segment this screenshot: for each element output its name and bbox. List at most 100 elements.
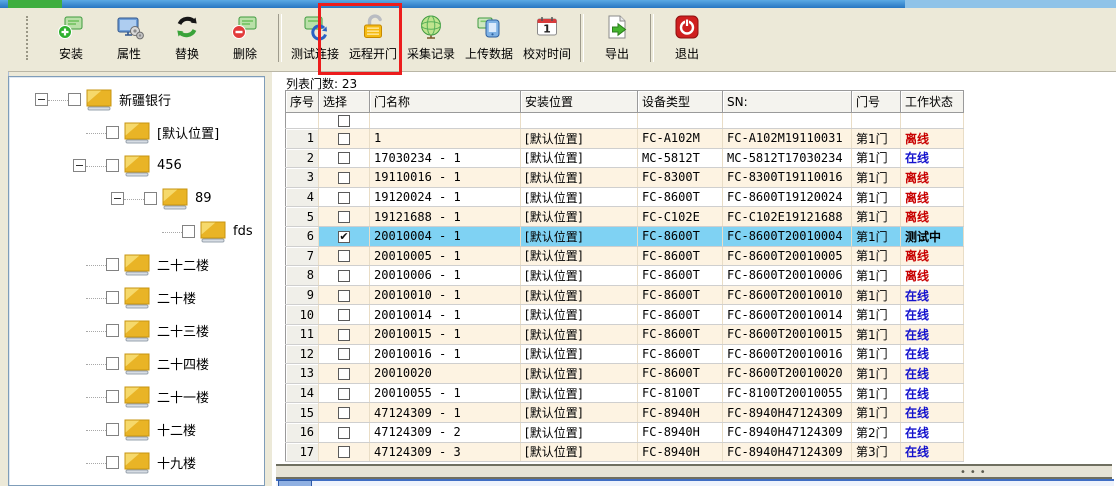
table-row[interactable]: 1220010016 - 1[默认位置]FC-8600TFC-8600T2001… bbox=[286, 344, 964, 364]
table-row[interactable]: 519121688 - 1[默认位置]FC-C102EFC-C102E19121… bbox=[286, 207, 964, 227]
table-row[interactable]: 620010004 - 1[默认位置]FC-8600TFC-8600T20010… bbox=[286, 226, 964, 246]
tree-item-label[interactable]: 二十一楼 bbox=[157, 387, 209, 406]
tree-item[interactable]: 二十一楼 bbox=[9, 380, 264, 413]
tree-item[interactable]: 十六楼 bbox=[9, 479, 264, 486]
tree-item[interactable]: 十九楼 bbox=[9, 446, 264, 479]
tree-expander-collapse[interactable] bbox=[111, 192, 124, 205]
tree-item-checkbox[interactable] bbox=[106, 423, 119, 436]
table-row[interactable]: 1020010014 - 1[默认位置]FC-8600TFC-8600T2001… bbox=[286, 305, 964, 325]
table-row[interactable]: 720010005 - 1[默认位置]FC-8600TFC-8600T20010… bbox=[286, 246, 964, 266]
toolbar-button-delete[interactable]: 删除 bbox=[216, 8, 274, 68]
row-select-checkbox[interactable] bbox=[338, 446, 350, 458]
tree-item-checkbox[interactable] bbox=[106, 159, 119, 172]
tree-item[interactable]: 二十二楼 bbox=[9, 248, 264, 281]
tree-item-label[interactable]: 456 bbox=[157, 158, 182, 173]
tree-item-label[interactable]: 新疆银行 bbox=[119, 90, 171, 109]
toolbar-button-check-time[interactable]: 1校对时间 bbox=[518, 8, 576, 68]
tree-item[interactable]: 十二楼 bbox=[9, 413, 264, 446]
toolbar-button-upload-data[interactable]: 上传数据 bbox=[460, 8, 518, 68]
column-header-door[interactable]: 门号 bbox=[852, 91, 901, 113]
filter-row-header bbox=[286, 113, 319, 129]
table-row[interactable]: 1747124309 - 3[默认位置]FC-8940HFC-8940H4712… bbox=[286, 442, 964, 462]
column-header-type[interactable]: 设备类型 bbox=[638, 91, 723, 113]
row-select-checkbox[interactable] bbox=[338, 250, 350, 262]
table-row[interactable]: 1647124309 - 2[默认位置]FC-8940HFC-8940H4712… bbox=[286, 422, 964, 442]
toolbar-button-collect-records[interactable]: 采集记录 bbox=[402, 8, 460, 68]
tree-item-label[interactable]: 二十四楼 bbox=[157, 354, 209, 373]
row-select-checkbox[interactable] bbox=[338, 388, 350, 400]
tree-item-label[interactable]: fds bbox=[233, 224, 253, 239]
row-select-checkbox[interactable] bbox=[338, 192, 350, 204]
row-select-checkbox[interactable] bbox=[338, 211, 350, 223]
tree-item-checkbox[interactable] bbox=[106, 390, 119, 403]
tree-item-checkbox[interactable] bbox=[182, 225, 195, 238]
tree-item[interactable]: 二十三楼 bbox=[9, 314, 264, 347]
row-select-checkbox[interactable] bbox=[338, 427, 350, 439]
tree-item-label[interactable]: 十二楼 bbox=[157, 420, 196, 439]
table-row[interactable]: 11[默认位置]FC-A102MFC-A102M19110031第1门离线 bbox=[286, 129, 964, 149]
table-row[interactable]: 1547124309 - 1[默认位置]FC-8940HFC-8940H4712… bbox=[286, 403, 964, 423]
tree-item-label[interactable]: [默认位置] bbox=[157, 123, 219, 142]
tree-item-checkbox[interactable] bbox=[68, 93, 81, 106]
column-header-no[interactable]: 序号 bbox=[286, 91, 319, 113]
tree-item-checkbox[interactable] bbox=[106, 291, 119, 304]
table-row[interactable]: 1120010015 - 1[默认位置]FC-8600TFC-8600T2001… bbox=[286, 324, 964, 344]
tree-item-checkbox[interactable] bbox=[106, 324, 119, 337]
tree-item-label[interactable]: 二十二楼 bbox=[157, 255, 209, 274]
tree-item[interactable]: 456 bbox=[9, 149, 264, 182]
tree-expander-collapse[interactable] bbox=[35, 93, 48, 106]
table-row[interactable]: 920010010 - 1[默认位置]FC-8600TFC-8600T20010… bbox=[286, 285, 964, 305]
row-select-checkbox[interactable] bbox=[338, 152, 350, 164]
table-row[interactable]: 319110016 - 1[默认位置]FC-8300TFC-8300T19110… bbox=[286, 168, 964, 188]
lower-panel-thumb[interactable] bbox=[278, 480, 312, 486]
tree-item-checkbox[interactable] bbox=[106, 258, 119, 271]
tree-item-checkbox[interactable] bbox=[106, 126, 119, 139]
tree-item-label[interactable]: 89 bbox=[195, 191, 212, 206]
row-select-checkbox[interactable] bbox=[338, 348, 350, 360]
tree-item-checkbox[interactable] bbox=[106, 456, 119, 469]
column-header-name[interactable]: 门名称 bbox=[370, 91, 521, 113]
toolbar-button-install[interactable]: 安装 bbox=[42, 8, 100, 68]
row-select-checkbox[interactable] bbox=[338, 231, 350, 243]
select-all-checkbox[interactable] bbox=[338, 115, 350, 127]
tree-item-label[interactable]: 二十楼 bbox=[157, 288, 196, 307]
toolbar-button-exit[interactable]: 退出 bbox=[658, 8, 716, 68]
toolbar-grip[interactable] bbox=[26, 16, 32, 60]
tree-item-checkbox[interactable] bbox=[106, 357, 119, 370]
tree-item[interactable]: [默认位置] bbox=[9, 116, 264, 149]
row-select-checkbox[interactable] bbox=[338, 309, 350, 321]
row-select-checkbox[interactable] bbox=[338, 407, 350, 419]
column-header-location[interactable]: 安装位置 bbox=[521, 91, 638, 113]
table-row[interactable]: 820010006 - 1[默认位置]FC-8600TFC-8600T20010… bbox=[286, 266, 964, 286]
row-select-checkbox[interactable] bbox=[338, 270, 350, 282]
tree-item[interactable]: fds bbox=[9, 215, 264, 248]
tree-expander-collapse[interactable] bbox=[73, 159, 86, 172]
table-row[interactable]: 1420010055 - 1[默认位置]FC-8100TFC-8100T2001… bbox=[286, 383, 964, 403]
tree-item-label[interactable]: 二十三楼 bbox=[157, 321, 209, 340]
table-row[interactable]: 1320010020[默认位置]FC-8600TFC-8600T20010020… bbox=[286, 364, 964, 384]
row-select-checkbox[interactable] bbox=[338, 329, 350, 341]
tree-item-label[interactable]: 十九楼 bbox=[157, 453, 196, 472]
tree-item-checkbox[interactable] bbox=[144, 192, 157, 205]
column-header-sn[interactable]: SN: bbox=[723, 91, 852, 113]
row-select-checkbox[interactable] bbox=[338, 172, 350, 184]
tree-item[interactable]: 89 bbox=[9, 182, 264, 215]
toolbar-button-export[interactable]: 导出 bbox=[588, 8, 646, 68]
column-header-status[interactable]: 工作状态 bbox=[901, 91, 964, 113]
toolbar-button-test-connection[interactable]: 测试连接 bbox=[286, 8, 344, 68]
row-select-checkbox[interactable] bbox=[338, 133, 350, 145]
table-row[interactable]: 419120024 - 1[默认位置]FC-8600TFC-8600T19120… bbox=[286, 187, 964, 207]
tree-item[interactable]: 二十楼 bbox=[9, 281, 264, 314]
toolbar-button-properties[interactable]: 属性 bbox=[100, 8, 158, 68]
tree-item[interactable]: 新疆银行 bbox=[9, 83, 264, 116]
cell-door-number: 第1门 bbox=[852, 364, 901, 384]
table-row[interactable]: 217030234 - 1[默认位置]MC-5812TMC-5812T17030… bbox=[286, 148, 964, 168]
horizontal-scrollbar[interactable]: ••• bbox=[276, 464, 1112, 479]
toolbar-button-replace[interactable]: 替换 bbox=[158, 8, 216, 68]
toolbar-button-remote-open-door[interactable]: 远程开门 bbox=[344, 8, 402, 68]
row-select-checkbox[interactable] bbox=[338, 368, 350, 380]
column-header-select[interactable]: 选择 bbox=[319, 91, 370, 113]
cell-sn: FC-8600T20010006 bbox=[723, 266, 852, 286]
row-select-checkbox[interactable] bbox=[338, 290, 350, 302]
tree-item[interactable]: 二十四楼 bbox=[9, 347, 264, 380]
